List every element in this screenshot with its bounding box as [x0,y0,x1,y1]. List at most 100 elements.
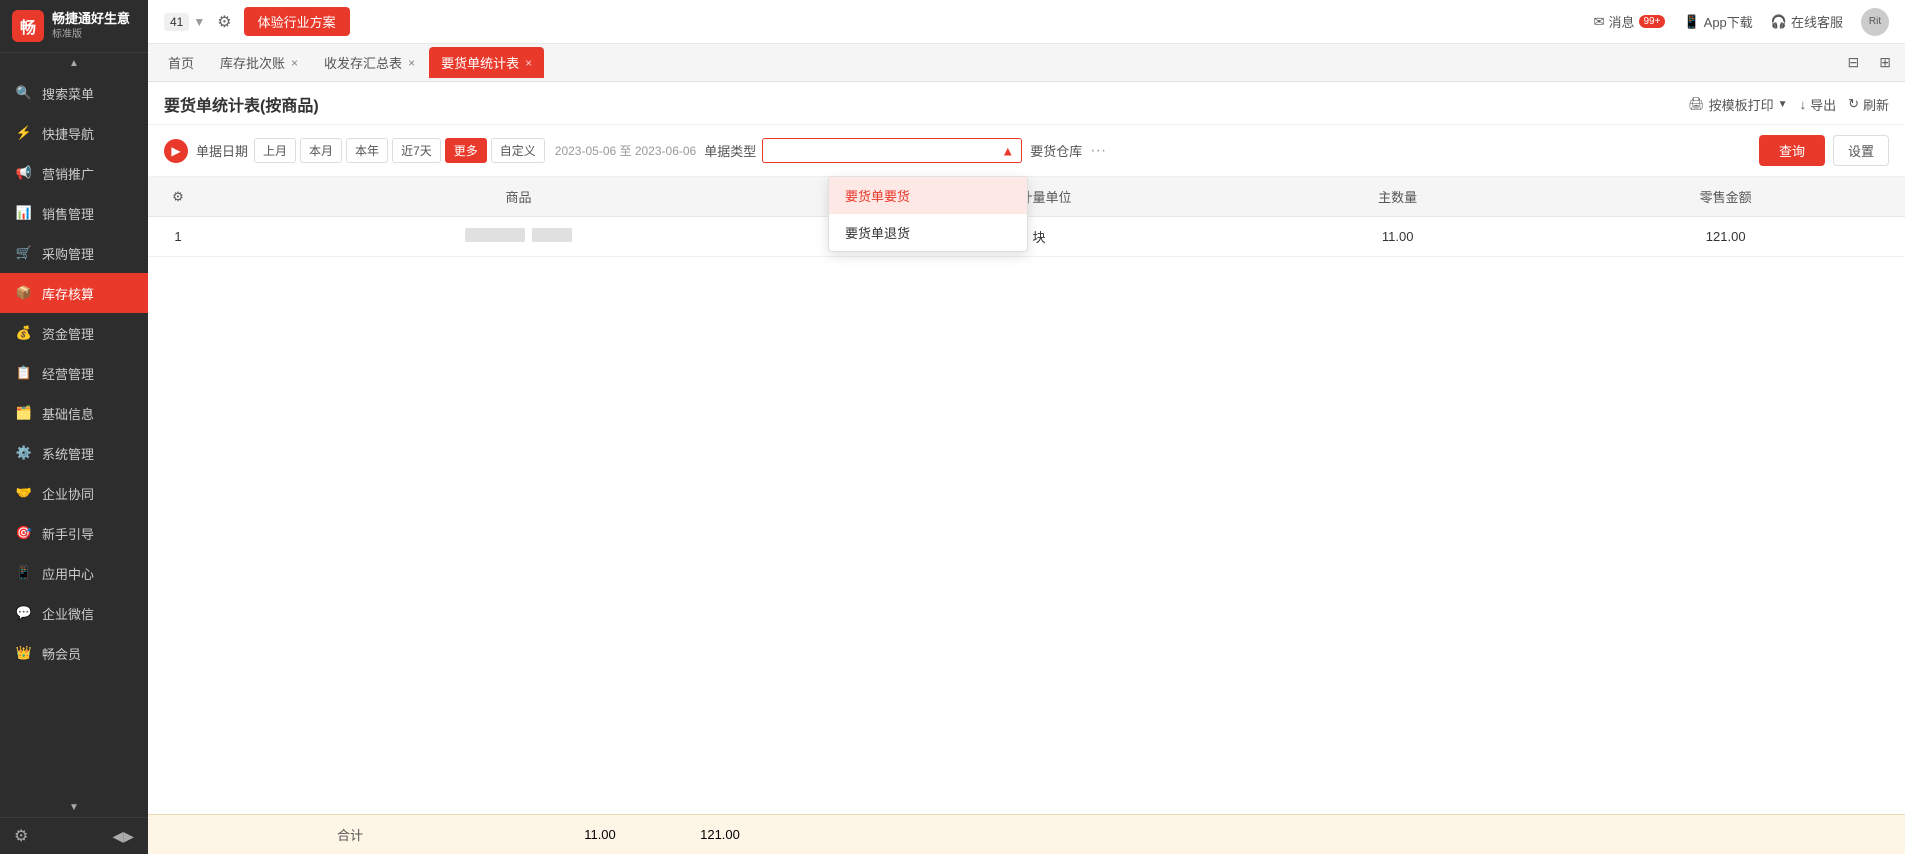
sidebar-nav: 🔍 搜索菜单 ⚡ 快捷导航 📢 营销推广 📊 销售管理 🛒 采购管理 📦 库存核… [0,73,148,797]
sidebar-item-purchase[interactable]: 🛒 采购管理 [0,233,148,273]
marketing-icon: 📢 [14,163,34,183]
sidebar-item-operations[interactable]: 📋 经营管理 [0,353,148,393]
search-icon: 🔍 [14,83,34,103]
row-quantity: 11.00 [1249,217,1546,257]
row-amount: 121.00 [1546,217,1905,257]
col-amount: 零售金额 [1546,177,1905,217]
sidebar-scroll-up[interactable]: ▲ [0,53,148,73]
footer-amount: 121.00 [660,827,780,842]
tab-collapse-btn[interactable]: ⊟ [1842,52,1866,73]
sidebar-item-sales[interactable]: 📊 销售管理 [0,193,148,233]
product-code-placeholder [532,228,572,242]
tab-receipt-summary[interactable]: 收发存汇总表 × [312,47,427,78]
refresh-btn[interactable]: ↻ 刷新 [1848,95,1889,114]
tab-home[interactable]: 首页 [156,47,206,78]
topbar-settings-icon[interactable]: ⚙ [217,12,231,32]
sales-icon: 📊 [14,203,34,223]
topbar-right: ✉ 消息 99+ 📱 App下载 🎧 在线客服 Rit [1594,8,1889,36]
table-footer: 合计 11.00 121.00 [148,814,1905,854]
tab-fullscreen-btn[interactable]: ⊞ [1873,52,1897,73]
operations-icon: 📋 [14,363,34,383]
tab-expand-area: ⊟ ⊞ [1842,52,1897,73]
settings-filter-btn[interactable]: 设置 [1833,135,1889,166]
col-settings: ⚙ [148,177,208,217]
guide-icon: 🎯 [14,523,34,543]
filter-expand-btn[interactable]: ▶ [164,139,188,163]
footer-label: 合计 [220,825,420,844]
sidebar-item-basic-info[interactable]: 🗂️ 基础信息 [0,393,148,433]
warehouse-label: 要货仓库 [1030,141,1082,160]
page-actions: 🖨 按模板打印 ▼ ↓ 导出 ↻ 刷新 [1688,95,1889,114]
tab-order-stats[interactable]: 要货单统计表 × [429,47,544,78]
date-btn-this-year[interactable]: 本年 [346,138,388,163]
sidebar-item-wechat[interactable]: 💬 企业微信 [0,593,148,633]
export-btn[interactable]: ↓ 导出 [1800,95,1837,114]
message-btn[interactable]: ✉ 消息 99+ [1594,12,1666,31]
tab-batch-account[interactable]: 库存批次账 × [208,47,310,78]
store-number: 41 [164,13,189,31]
sidebar-item-search[interactable]: 🔍 搜索菜单 [0,73,148,113]
member-icon: 👑 [14,643,34,663]
wechat-icon: 💬 [14,603,34,623]
sidebar-item-finance[interactable]: 💰 资金管理 [0,313,148,353]
store-selector[interactable]: 41 ▼ [164,13,205,31]
sidebar-item-inventory[interactable]: 📦 库存核算 [0,273,148,313]
dropdown-item-order-return[interactable]: 要货单退货 [829,214,1027,251]
tab-batch-account-close[interactable]: × [291,56,298,70]
sidebar-header: 畅 畅捷通好生意 标准版 [0,0,148,53]
print-icon: 🖨 [1688,96,1705,112]
sidebar-item-marketing[interactable]: 📢 营销推广 [0,153,148,193]
system-icon: ⚙️ [14,443,34,463]
date-btn-custom[interactable]: 自定义 [491,138,545,163]
date-range-display: 2023-05-06 至 2023-06-06 [555,142,696,159]
sidebar-item-enterprise[interactable]: 🤝 企业协同 [0,473,148,513]
sidebar-collapse-btn[interactable]: ◀▶ [112,828,134,845]
print-btn[interactable]: 🖨 按模板打印 ▼ [1688,95,1787,114]
inventory-icon: 📦 [14,283,34,303]
page-title: 要货单统计表(按商品) [164,92,319,116]
table-settings-icon[interactable]: ⚙ [172,189,184,204]
print-dropdown-icon[interactable]: ▼ [1778,99,1788,110]
date-btn-last-month[interactable]: 上月 [254,138,296,163]
warehouse-more-icon[interactable]: ··· [1090,142,1106,160]
dropdown-item-order-goods[interactable]: 要货单要货 [829,177,1027,214]
sidebar-item-app-center[interactable]: 📱 应用中心 [0,553,148,593]
query-btn[interactable]: 查询 [1759,135,1825,166]
topbar: 41 ▼ ⚙ 体验行业方案 ✉ 消息 99+ 📱 App下载 🎧 在线客服 Ri… [148,0,1905,44]
phone-icon: 📱 [1683,14,1699,30]
headset-icon: 🎧 [1771,14,1787,30]
sidebar-item-system[interactable]: ⚙️ 系统管理 [0,433,148,473]
sidebar-scroll-down[interactable]: ▼ [0,797,148,817]
settings-icon[interactable]: ⚙ [14,826,28,846]
sidebar-item-guide[interactable]: 🎯 新手引导 [0,513,148,553]
message-badge: 99+ [1639,15,1666,28]
tab-order-stats-close[interactable]: × [525,56,532,70]
tabbar: 首页 库存批次账 × 收发存汇总表 × 要货单统计表 × ⊟ ⊞ [148,44,1905,82]
date-btn-more[interactable]: 更多 [445,138,487,163]
page-header: 要货单统计表(按商品) 🖨 按模板打印 ▼ ↓ 导出 ↻ 刷新 [148,82,1905,125]
finance-icon: 💰 [14,323,34,343]
export-icon: ↓ [1800,97,1807,112]
sidebar-bottom: ⚙ ◀▶ [0,817,148,854]
date-shortcuts: 上月 本月 本年 近7天 更多 自定义 [254,138,545,163]
date-btn-this-month[interactable]: 本月 [300,138,342,163]
sidebar-item-member[interactable]: 👑 畅会员 [0,633,148,673]
app-download-btn[interactable]: 📱 App下载 [1683,12,1752,31]
filter-bar: ▶ 单据日期 上月 本月 本年 近7天 更多 自定义 2023-05-06 至 … [148,125,1905,177]
page-content: 要货单统计表(按商品) 🖨 按模板打印 ▼ ↓ 导出 ↻ 刷新 ▶ [148,82,1905,854]
tab-receipt-summary-close[interactable]: × [408,56,415,70]
promo-button[interactable]: 体验行业方案 [244,7,350,36]
store-dropdown-icon[interactable]: ▼ [193,15,205,29]
sidebar: 畅 畅捷通好生意 标准版 ▲ 🔍 搜索菜单 ⚡ 快捷导航 📢 营销推广 📊 销售… [0,0,148,854]
col-product: 商品 [208,177,829,217]
date-btn-last-7-days[interactable]: 近7天 [392,138,441,163]
sidebar-item-quick-nav[interactable]: ⚡ 快捷导航 [0,113,148,153]
col-quantity: 主数量 [1249,177,1546,217]
type-input[interactable] [762,138,1022,163]
filter-type-group: 单据类型 ▲ [704,138,1022,163]
user-avatar[interactable]: Rit [1861,8,1889,36]
message-icon: ✉ [1594,14,1605,30]
type-label: 单据类型 [704,141,756,160]
online-service-btn[interactable]: 🎧 在线客服 [1771,12,1843,31]
app-title: 畅捷通好生意 标准版 [52,10,130,42]
